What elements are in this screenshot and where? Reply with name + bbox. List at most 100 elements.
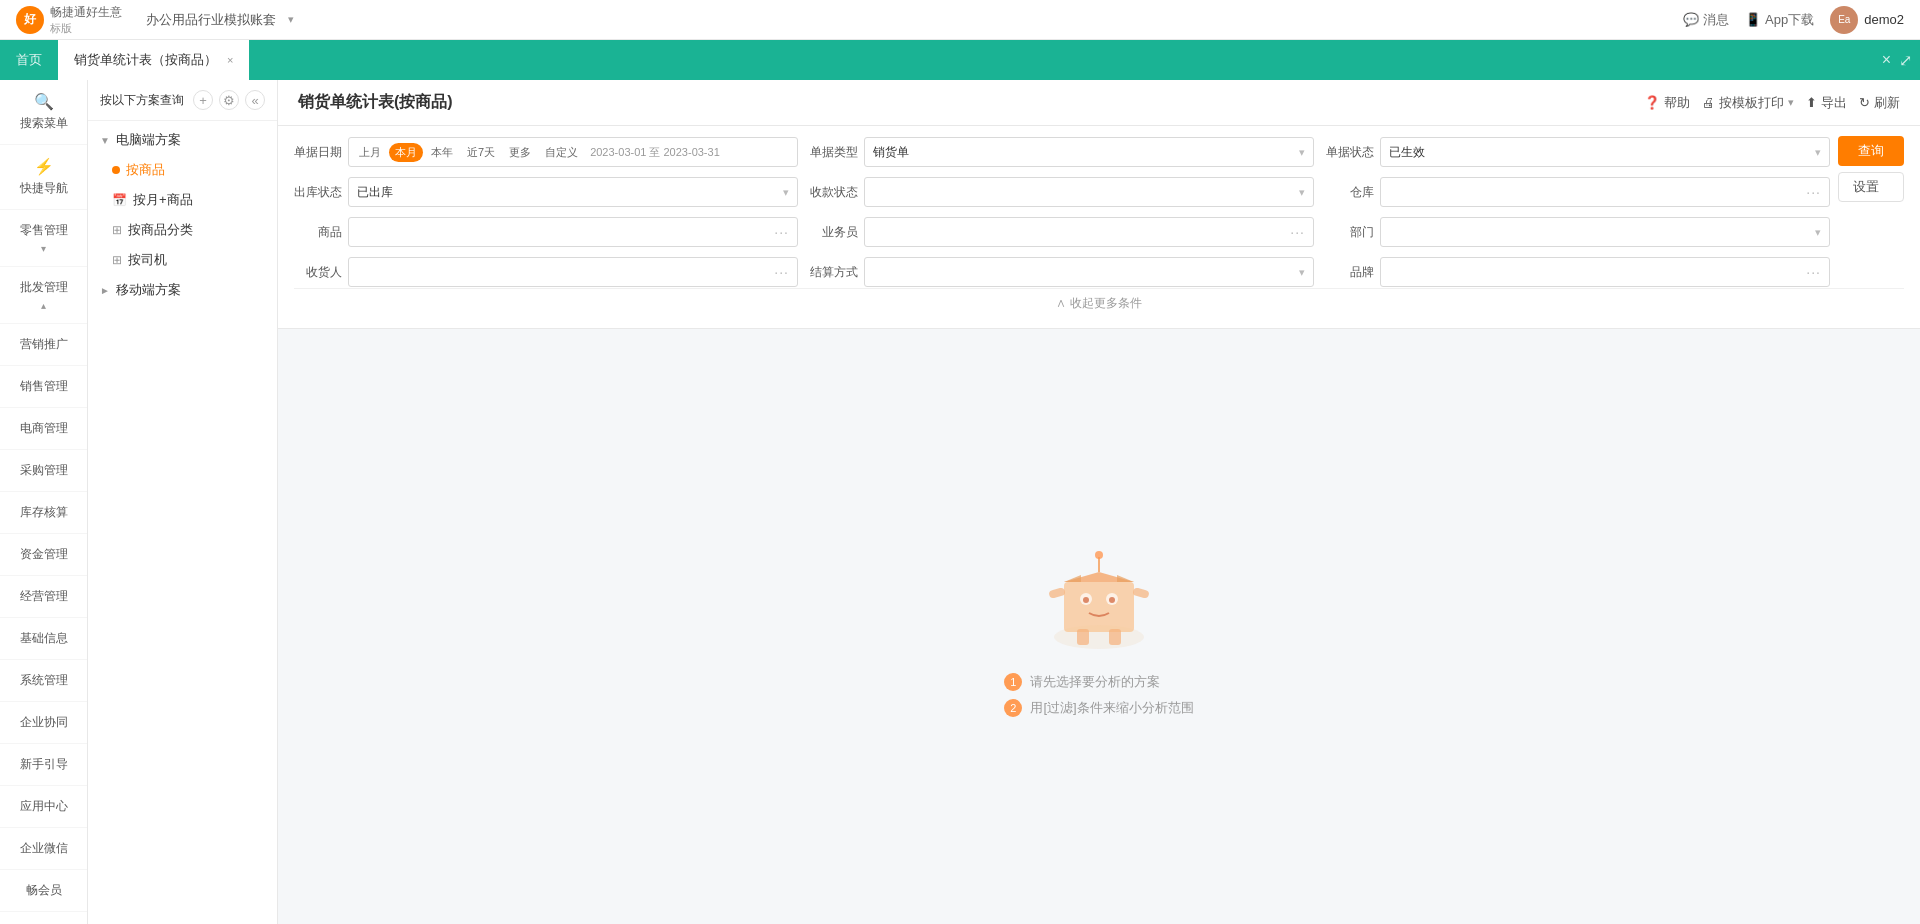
sidebar-item-ecommerce-label: 电商管理 bbox=[20, 420, 68, 437]
query-btn[interactable]: 查询 bbox=[1838, 136, 1904, 166]
empty-tip-1: 1 请先选择要分析的方案 bbox=[1004, 673, 1193, 691]
warehouse-dots[interactable]: ··· bbox=[1806, 184, 1821, 200]
filter-warehouse-control[interactable]: ··· bbox=[1380, 177, 1830, 207]
user-avatar: Ea bbox=[1830, 6, 1858, 34]
filter-doc-status-control[interactable]: 已生效 ▾ bbox=[1380, 137, 1830, 167]
tab-fullscreen-btn[interactable]: ⤢ bbox=[1899, 51, 1912, 70]
date-tab-7days[interactable]: 近7天 bbox=[461, 143, 501, 162]
date-tab-last-month[interactable]: 上月 bbox=[353, 143, 387, 162]
svg-rect-11 bbox=[1132, 587, 1150, 599]
template-print-btn[interactable]: 🖨 按模板打印 ▾ bbox=[1702, 94, 1794, 112]
sidebar-item-search[interactable]: 🔍 搜索菜单 bbox=[0, 80, 87, 145]
message-icon: 💬 bbox=[1683, 12, 1699, 27]
help-btn[interactable]: ❓ 帮助 bbox=[1644, 94, 1690, 112]
app-subtitle: 标版 bbox=[50, 21, 122, 36]
tree-expand-icon: ▼ bbox=[100, 135, 110, 146]
empty-state: 1 请先选择要分析的方案 2 用[过滤]条件来缩小分析范围 bbox=[278, 329, 1920, 924]
filter-doc-type-control[interactable]: 销货单 ▾ bbox=[864, 137, 1314, 167]
sidebar-item-system[interactable]: 系统管理 bbox=[0, 660, 87, 702]
filter-receiver-field: 收货人 ··· bbox=[294, 256, 798, 288]
date-tab-custom[interactable]: 自定义 bbox=[539, 143, 584, 162]
sidebar-item-quick-nav[interactable]: ⚡ 快捷导航 bbox=[0, 145, 87, 210]
filter-settlement-control[interactable]: ▾ bbox=[864, 257, 1314, 287]
tree-item-by-driver[interactable]: ⊞ 按司机 bbox=[88, 245, 277, 275]
sidebar-item-quick-nav-label: 快捷导航 bbox=[20, 180, 68, 197]
sidebar-item-wechat-label: 企业微信 bbox=[20, 840, 68, 857]
sidebar: 🔍 搜索菜单 ⚡ 快捷导航 零售管理 ▾ 批发管理 ▴ 营销推广 销售管理 电商… bbox=[0, 80, 88, 924]
tree-item-by-category[interactable]: ⊞ 按商品分类 bbox=[88, 215, 277, 245]
svg-rect-8 bbox=[1077, 629, 1089, 645]
tab-report[interactable]: 销货单统计表（按商品） × bbox=[58, 40, 249, 80]
settings-scheme-btn[interactable]: ⚙ bbox=[219, 90, 239, 110]
tab-bar-actions: × ⤢ bbox=[1882, 51, 1920, 70]
tree-grid-icon: ⊞ bbox=[112, 223, 122, 237]
date-tab-this-year[interactable]: 本年 bbox=[425, 143, 459, 162]
tree-item-by-month-goods[interactable]: 📅 按月+商品 bbox=[88, 185, 277, 215]
sidebar-item-marketing[interactable]: 营销推广 bbox=[0, 324, 87, 366]
sidebar-item-ecommerce[interactable]: 电商管理 bbox=[0, 408, 87, 450]
tip-text-1: 请先选择要分析的方案 bbox=[1030, 673, 1160, 691]
sidebar-item-appcenter[interactable]: 应用中心 bbox=[0, 786, 87, 828]
filter-doc-type-label: 单据类型 bbox=[810, 144, 858, 161]
tree-item-by-goods[interactable]: 按商品 bbox=[88, 155, 277, 185]
tree-pc-scheme[interactable]: ▼ 电脑端方案 bbox=[88, 125, 277, 155]
sidebar-item-operation[interactable]: 经营管理 bbox=[0, 576, 87, 618]
date-tab-this-month[interactable]: 本月 bbox=[389, 143, 423, 162]
sidebar-item-finance[interactable]: 资金管理 bbox=[0, 534, 87, 576]
settings-filter-btn[interactable]: 设置 bbox=[1838, 172, 1904, 202]
tree-by-driver-label: 按司机 bbox=[128, 251, 167, 269]
filter-out-status-control[interactable]: 已出库 ▾ bbox=[348, 177, 798, 207]
sidebar-item-enterprise[interactable]: 企业协同 bbox=[0, 702, 87, 744]
sidebar-item-purchase[interactable]: 采购管理 bbox=[0, 450, 87, 492]
logo-icon: 好 bbox=[16, 6, 44, 34]
sidebar-item-newuser[interactable]: 新手引导 bbox=[0, 744, 87, 786]
filter-dept-control[interactable]: ▾ bbox=[1380, 217, 1830, 247]
sidebar-item-wechat[interactable]: 企业微信 bbox=[0, 828, 87, 870]
message-label: 消息 bbox=[1703, 11, 1729, 29]
filter-date-control[interactable]: 上月 本月 本年 近7天 更多 自定义 2023-03-01 至 2023-03… bbox=[348, 137, 798, 167]
svg-point-4 bbox=[1083, 597, 1089, 603]
tree-mobile-scheme[interactable]: ► 移动端方案 bbox=[88, 275, 277, 305]
sidebar-item-purchase-label: 采购管理 bbox=[20, 462, 68, 479]
export-icon: ⬆ bbox=[1806, 95, 1817, 110]
filter-goods-control[interactable]: ··· bbox=[348, 217, 798, 247]
sidebar-item-basic[interactable]: 基础信息 bbox=[0, 618, 87, 660]
filter-salesman-control[interactable]: ··· bbox=[864, 217, 1314, 247]
dropdown-arrow[interactable]: ▾ bbox=[288, 13, 294, 26]
export-btn[interactable]: ⬆ 导出 bbox=[1806, 94, 1847, 112]
app-download-btn[interactable]: 📱 App下载 bbox=[1745, 11, 1814, 29]
empty-tip-2: 2 用[过滤]条件来缩小分析范围 bbox=[1004, 699, 1193, 717]
collapse-panel-btn[interactable]: « bbox=[245, 90, 265, 110]
left-panel-title: 按以下方案查询 bbox=[100, 92, 184, 109]
refresh-btn[interactable]: ↻ 刷新 bbox=[1859, 94, 1900, 112]
retail-arrow: ▾ bbox=[41, 243, 46, 254]
salesman-dots[interactable]: ··· bbox=[1290, 224, 1305, 240]
date-tab-more[interactable]: 更多 bbox=[503, 143, 537, 162]
add-scheme-btn[interactable]: + bbox=[193, 90, 213, 110]
user-name: demo2 bbox=[1864, 12, 1904, 27]
filter-row-4: 收货人 ··· 结算方式 ▾ bbox=[294, 256, 1830, 288]
sidebar-item-sales[interactable]: 销售管理 bbox=[0, 366, 87, 408]
sidebar-item-wholesale-label: 批发管理 bbox=[20, 279, 68, 296]
sidebar-item-enterprise-label: 企业协同 bbox=[20, 714, 68, 731]
sidebar-item-appcenter-label: 应用中心 bbox=[20, 798, 68, 815]
svg-rect-10 bbox=[1048, 587, 1066, 599]
sidebar-item-retail[interactable]: 零售管理 ▾ bbox=[0, 210, 87, 267]
filter-brand-control[interactable]: ··· bbox=[1380, 257, 1830, 287]
sidebar-item-member[interactable]: 畅会员 bbox=[0, 870, 87, 912]
filter-receiver-control[interactable]: ··· bbox=[348, 257, 798, 287]
tab-home[interactable]: 首页 bbox=[0, 40, 58, 80]
tab-close-all-btn[interactable]: × bbox=[1882, 51, 1891, 69]
logo-area: 好 畅捷通好生意 标版 bbox=[16, 4, 122, 36]
collapse-row[interactable]: ∧ 收起更多条件 bbox=[294, 288, 1904, 318]
goods-dots[interactable]: ··· bbox=[774, 224, 789, 240]
filter-date-label: 单据日期 bbox=[294, 144, 342, 161]
receiver-dots[interactable]: ··· bbox=[774, 264, 789, 280]
filter-brand-label: 品牌 bbox=[1326, 264, 1374, 281]
message-btn[interactable]: 💬 消息 bbox=[1683, 11, 1729, 29]
sidebar-item-wholesale[interactable]: 批发管理 ▴ bbox=[0, 267, 87, 324]
brand-dots[interactable]: ··· bbox=[1806, 264, 1821, 280]
filter-collect-status-control[interactable]: ▾ bbox=[864, 177, 1314, 207]
tab-close-icon[interactable]: × bbox=[227, 54, 233, 66]
sidebar-item-inventory[interactable]: 库存核算 bbox=[0, 492, 87, 534]
